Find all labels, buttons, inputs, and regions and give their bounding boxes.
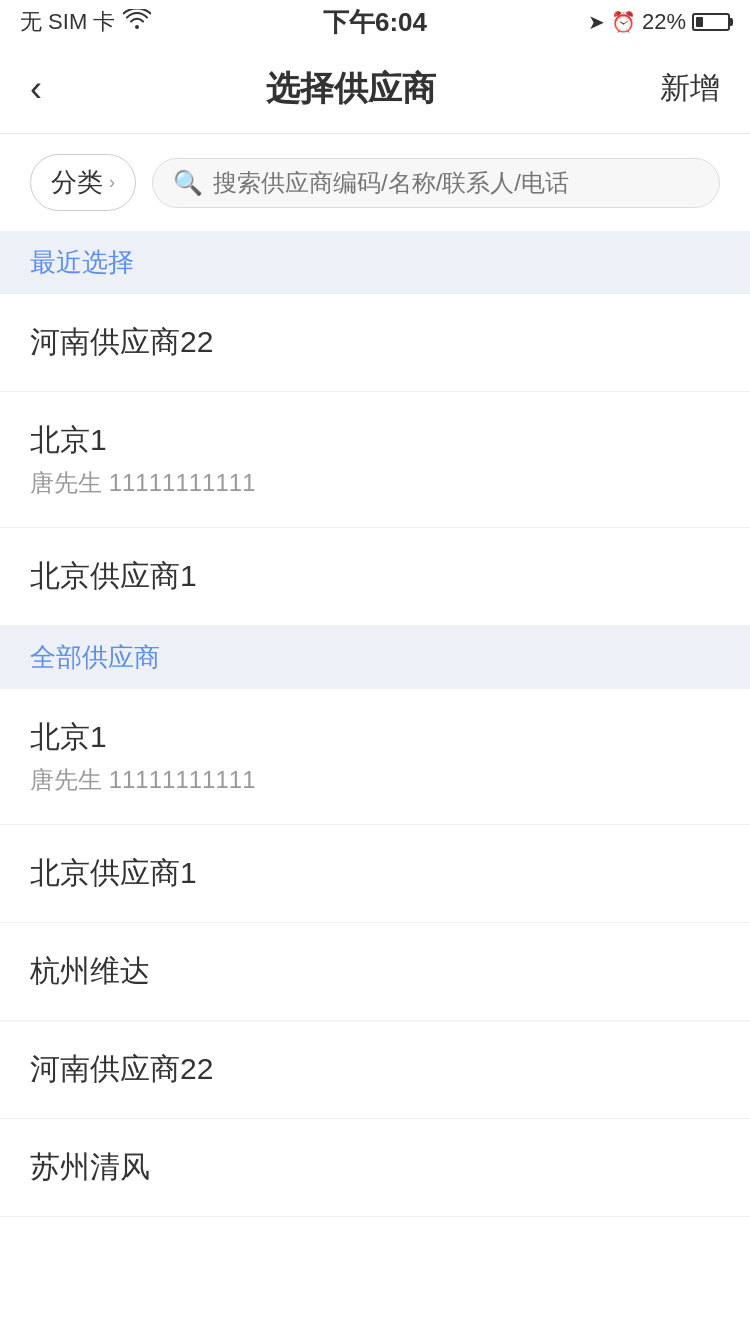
item-name: 河南供应商22 bbox=[30, 322, 720, 363]
item-name: 北京供应商1 bbox=[30, 556, 720, 597]
item-name: 北京供应商1 bbox=[30, 853, 720, 894]
all-section-header: 全部供应商 bbox=[0, 626, 750, 689]
item-name: 北京1 bbox=[30, 420, 720, 461]
all-section-label: 全部供应商 bbox=[30, 642, 160, 672]
wifi-icon bbox=[123, 9, 151, 35]
recent-section-label: 最近选择 bbox=[30, 247, 134, 277]
item-name: 苏州清风 bbox=[30, 1147, 720, 1188]
search-wrap: 🔍 bbox=[152, 158, 720, 208]
item-name: 河南供应商22 bbox=[30, 1049, 720, 1090]
recent-section-header: 最近选择 bbox=[0, 231, 750, 294]
all-items-list: 北京1 唐先生 11111111111 北京供应商1 杭州维达河南供应商22 苏州清风 bbox=[0, 689, 750, 1217]
carrier-text: 无 SIM 卡 bbox=[20, 7, 115, 37]
item-name: 杭州维达 bbox=[30, 951, 720, 992]
list-item[interactable]: 北京1 唐先生 11111111111 bbox=[0, 689, 750, 825]
status-right: ➤ ⏰ 22% bbox=[588, 9, 730, 35]
list-item[interactable]: 北京供应商1 bbox=[0, 825, 750, 923]
search-icon: 🔍 bbox=[173, 169, 203, 197]
status-bar: 无 SIM 卡 下午6:04 ➤ ⏰ 22% bbox=[0, 0, 750, 44]
nav-bar: ‹ 选择供应商 新增 bbox=[0, 44, 750, 134]
back-button[interactable]: ‹ bbox=[30, 71, 42, 107]
status-left: 无 SIM 卡 bbox=[20, 7, 151, 37]
chevron-right-icon: › bbox=[109, 172, 115, 193]
status-time: 下午6:04 bbox=[323, 5, 427, 40]
battery-indicator bbox=[692, 13, 730, 31]
category-label: 分类 bbox=[51, 165, 103, 200]
item-sub: 唐先生 11111111111 bbox=[30, 764, 720, 796]
filter-bar: 分类 › 🔍 bbox=[0, 134, 750, 231]
location-icon: ➤ bbox=[588, 10, 605, 34]
list-item[interactable]: 杭州维达 bbox=[0, 923, 750, 1021]
search-input[interactable] bbox=[213, 169, 699, 197]
category-button[interactable]: 分类 › bbox=[30, 154, 136, 211]
item-name: 北京1 bbox=[30, 717, 720, 758]
alarm-icon: ⏰ bbox=[611, 10, 636, 34]
new-action-button[interactable]: 新增 bbox=[660, 68, 720, 109]
recent-items-list: 河南供应商22 北京1 唐先生 11111111111 北京供应商1 bbox=[0, 294, 750, 626]
page-title: 选择供应商 bbox=[266, 66, 436, 112]
item-sub: 唐先生 11111111111 bbox=[30, 467, 720, 499]
list-item[interactable]: 河南供应商22 bbox=[0, 294, 750, 392]
battery-percent: 22% bbox=[642, 9, 686, 35]
list-item[interactable]: 苏州清风 bbox=[0, 1119, 750, 1217]
list-item[interactable]: 河南供应商22 bbox=[0, 1021, 750, 1119]
list-item[interactable]: 北京1 唐先生 11111111111 bbox=[0, 392, 750, 528]
list-item[interactable]: 北京供应商1 bbox=[0, 528, 750, 626]
